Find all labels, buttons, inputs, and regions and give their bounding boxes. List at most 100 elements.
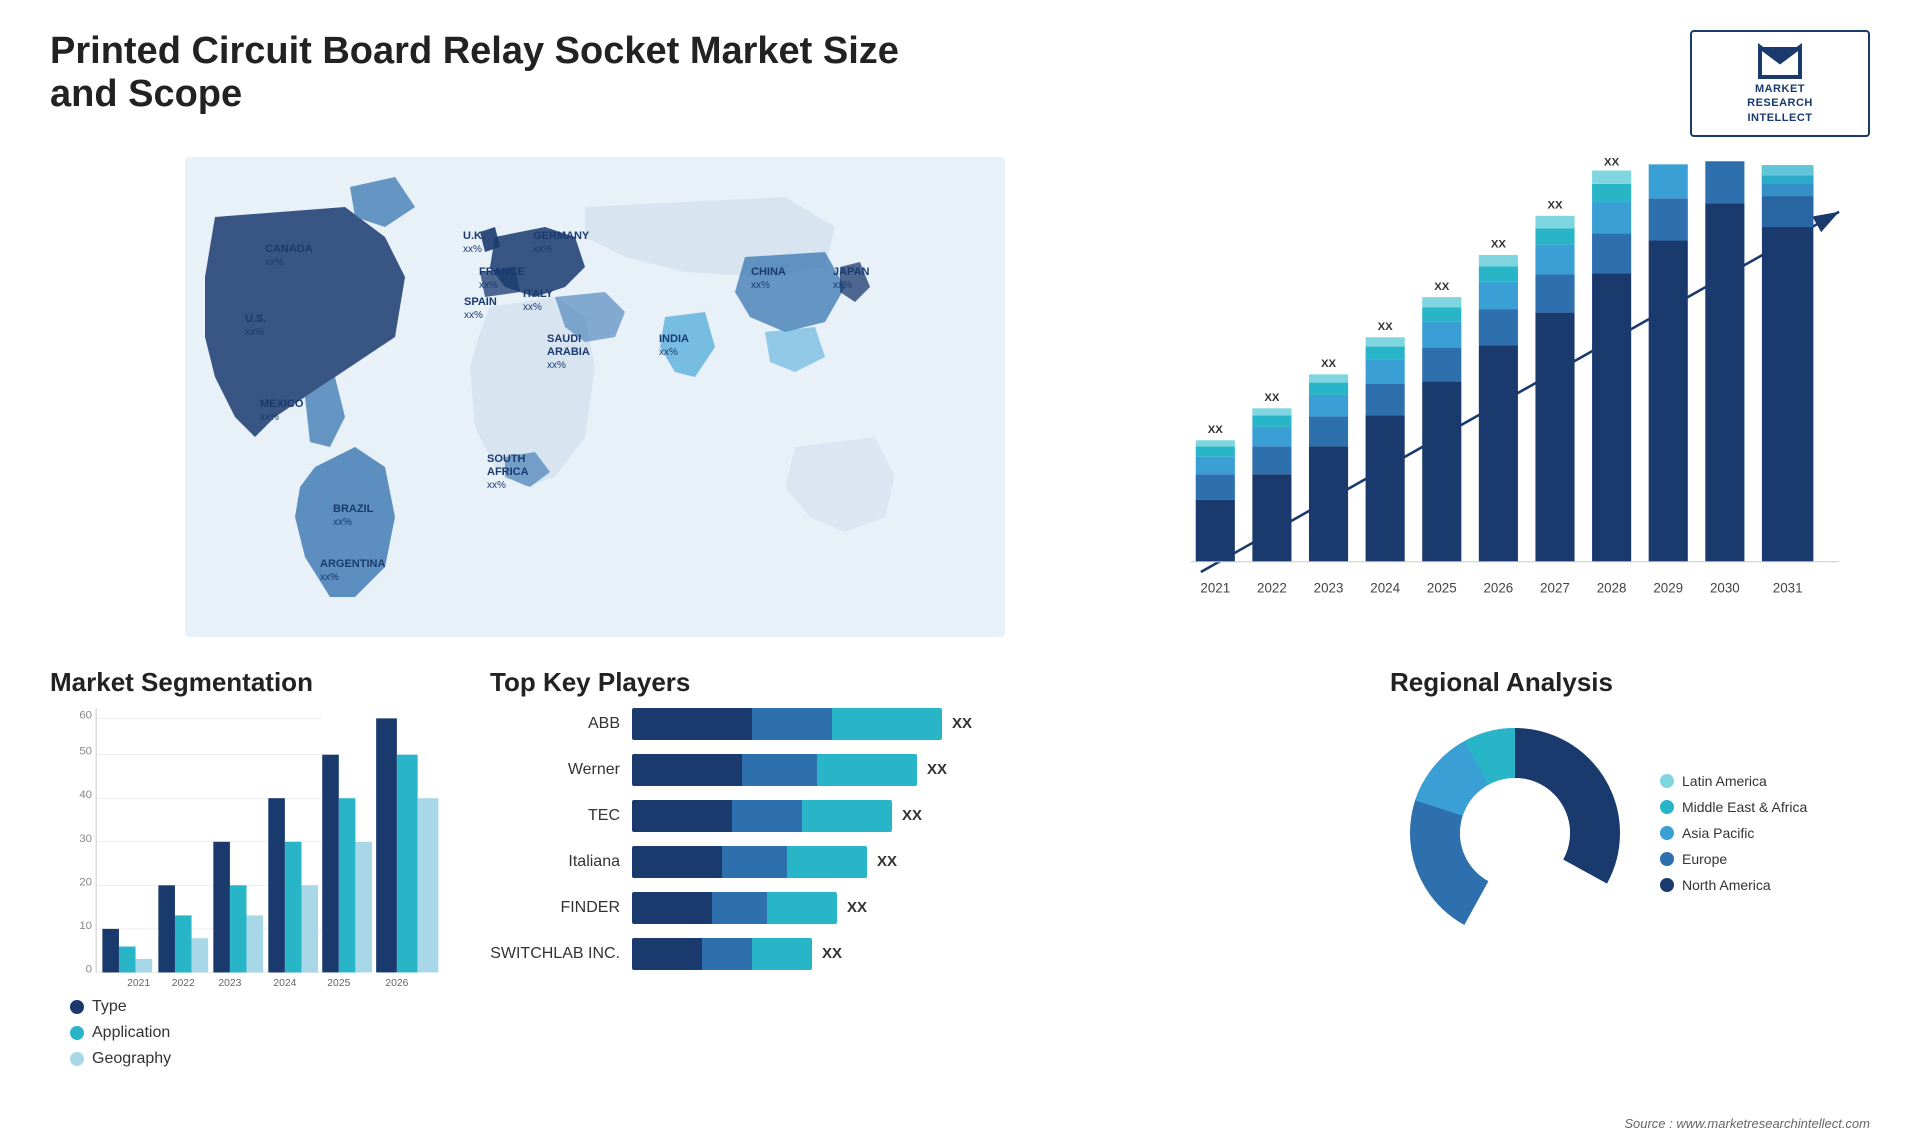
svg-text:2021: 2021 <box>127 978 150 988</box>
players-title: Top Key Players <box>490 667 1370 698</box>
reg-dot-latin-america <box>1660 774 1674 788</box>
svg-text:2022: 2022 <box>172 978 195 988</box>
map-label-southafrica2: AFRICA <box>487 466 529 478</box>
player-bar-seg3-finder <box>767 892 837 924</box>
player-bar-seg1-finder <box>632 892 712 924</box>
map-value-italy: xx% <box>523 302 542 313</box>
legend-type: Type <box>70 998 470 1016</box>
reg-legend-asia-pacific: Asia Pacific <box>1660 825 1807 841</box>
player-bar-italiana <box>632 846 867 878</box>
svg-text:XX: XX <box>1264 392 1280 404</box>
map-value-france: xx% <box>479 280 498 291</box>
svg-text:50: 50 <box>79 746 92 758</box>
player-bar-seg1-tec <box>632 800 732 832</box>
map-value-china: xx% <box>751 280 770 291</box>
map-label-spain: SPAIN <box>464 296 497 308</box>
map-value-brazil: xx% <box>333 517 352 528</box>
legend-geography: Geography <box>70 1050 470 1068</box>
segmentation-section: Market Segmentation 0 10 20 30 40 50 60 <box>50 667 470 1047</box>
reg-legend-north-america: North America <box>1660 877 1807 893</box>
player-bar-wrap-finder: XX <box>632 892 1370 924</box>
page-title: Printed Circuit Board Relay Socket Marke… <box>50 30 950 116</box>
player-bar-finder <box>632 892 837 924</box>
regional-legend: Latin America Middle East & Africa Asia … <box>1660 773 1807 893</box>
svg-text:XX: XX <box>1321 358 1337 370</box>
player-bar-abb <box>632 708 942 740</box>
map-value-japan: xx% <box>833 280 852 291</box>
legend-dot-application <box>70 1026 84 1040</box>
svg-text:XX: XX <box>1491 239 1507 251</box>
svg-text:2030: 2030 <box>1710 580 1740 595</box>
svg-text:30: 30 <box>79 833 92 845</box>
player-bar-wrap-tec: XX <box>632 800 1370 832</box>
svg-text:XX: XX <box>1208 424 1224 436</box>
player-xx-abb: XX <box>952 715 972 732</box>
reg-dot-north-america <box>1660 878 1674 892</box>
player-bar-wrap-italiana: XX <box>632 846 1370 878</box>
map-label-us: U.S. <box>245 313 266 325</box>
map-value-mexico: xx% <box>260 412 279 423</box>
map-area: CANADA xx% U.S. xx% MEXICO xx% BRAZIL xx… <box>50 157 1140 637</box>
svg-text:20: 20 <box>79 876 92 888</box>
svg-text:10: 10 <box>79 920 92 932</box>
player-bar-seg1-werner <box>632 754 742 786</box>
player-bar-seg3-italiana <box>787 846 867 878</box>
player-xx-werner: XX <box>927 761 947 778</box>
svg-text:40: 40 <box>79 789 92 801</box>
svg-text:2023: 2023 <box>1314 580 1344 595</box>
logo-icon <box>1755 42 1805 82</box>
reg-label-north-america: North America <box>1682 877 1771 893</box>
svg-text:2023: 2023 <box>218 978 241 988</box>
player-row-tec: TEC XX <box>490 800 1370 832</box>
map-label-mexico: MEXICO <box>260 398 304 410</box>
svg-text:XX: XX <box>1604 157 1620 168</box>
player-bar-seg3-tec <box>802 800 892 832</box>
svg-text:2021: 2021 <box>1200 580 1230 595</box>
map-value-germany: xx% <box>533 244 552 255</box>
map-label-saudi2: ARABIA <box>547 346 590 358</box>
player-xx-switchlab: XX <box>822 945 842 962</box>
map-label-canada: CANADA <box>265 243 313 255</box>
player-row-finder: FINDER XX <box>490 892 1370 924</box>
bar-chart-area: XX 2021 XX 2022 <box>1170 157 1870 637</box>
players-section: Top Key Players ABB XX <box>490 667 1370 1047</box>
legend-dot-geography <box>70 1052 84 1066</box>
player-bar-seg2-finder <box>712 892 767 924</box>
map-label-india: INDIA <box>659 333 689 345</box>
players-list: ABB XX Werner <box>490 708 1370 970</box>
donut-svg <box>1390 708 1640 958</box>
reg-legend-latin-america: Latin America <box>1660 773 1807 789</box>
player-row-werner: Werner XX <box>490 754 1370 786</box>
svg-text:XX: XX <box>1547 200 1563 212</box>
reg-label-asia-pacific: Asia Pacific <box>1682 825 1754 841</box>
player-xx-finder: XX <box>847 899 867 916</box>
player-name-abb: ABB <box>490 715 620 733</box>
page-container: Printed Circuit Board Relay Socket Marke… <box>0 0 1920 1146</box>
player-name-tec: TEC <box>490 807 620 825</box>
map-label-uk: U.K. <box>463 230 485 242</box>
player-bar-seg3-abb <box>832 708 942 740</box>
svg-text:0: 0 <box>86 963 92 975</box>
player-bar-tec <box>632 800 892 832</box>
svg-text:2024: 2024 <box>273 978 296 988</box>
player-bar-seg2-abb <box>752 708 832 740</box>
svg-text:60: 60 <box>79 709 92 721</box>
map-label-argentina: ARGENTINA <box>320 558 385 570</box>
player-bar-wrap-werner: XX <box>632 754 1370 786</box>
map-value-uk: xx% <box>463 244 482 255</box>
reg-dot-europe <box>1660 852 1674 866</box>
player-bar-seg3-switchlab <box>752 938 812 970</box>
player-row-italiana: Italiana XX <box>490 846 1370 878</box>
player-bar-seg1-switchlab <box>632 938 702 970</box>
reg-label-latin-america: Latin America <box>1682 773 1767 789</box>
svg-text:2031: 2031 <box>1773 580 1803 595</box>
player-bar-switchlab <box>632 938 812 970</box>
player-bar-seg1-italiana <box>632 846 722 878</box>
player-bar-werner <box>632 754 917 786</box>
player-bar-seg2-werner <box>742 754 817 786</box>
player-bar-seg3-werner <box>817 754 917 786</box>
logo: MARKET RESEARCH INTELLECT <box>1690 30 1870 137</box>
player-xx-italiana: XX <box>877 853 897 870</box>
legend-label-type: Type <box>92 998 127 1016</box>
donut-chart <box>1390 708 1640 958</box>
